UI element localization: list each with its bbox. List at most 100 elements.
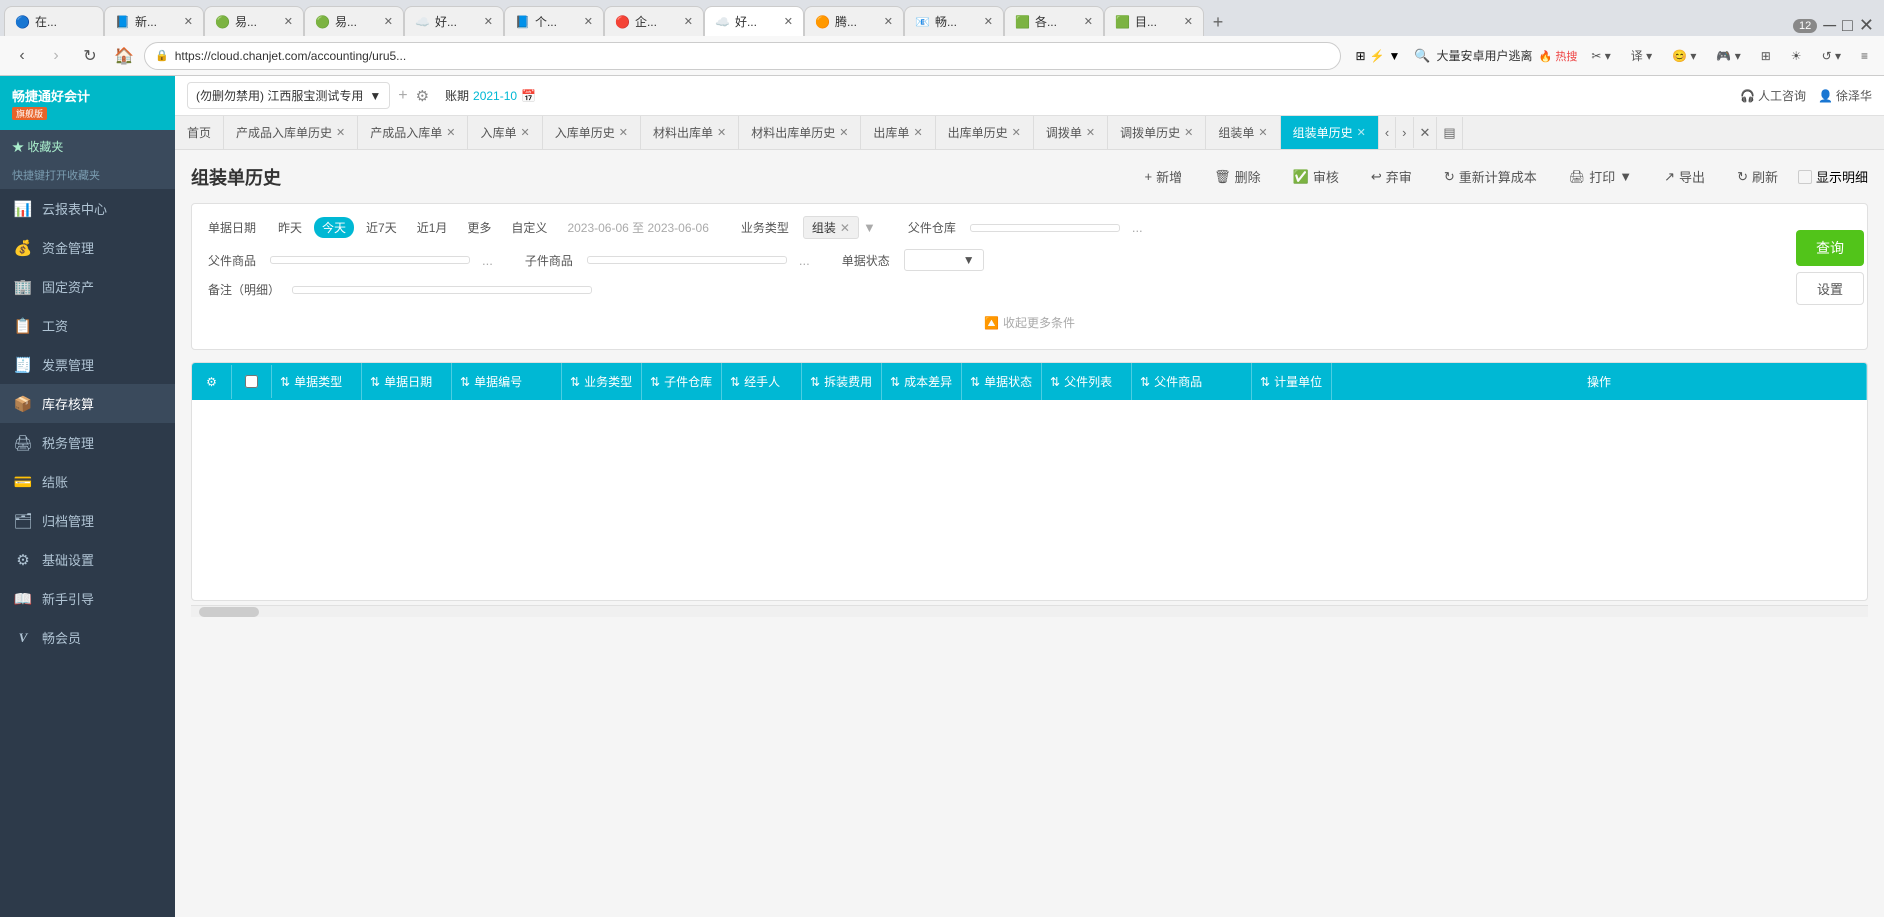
- th-costdiff[interactable]: ⇅ 成本差异: [882, 363, 962, 400]
- close-in-order[interactable]: ✕: [521, 126, 530, 139]
- audit-button[interactable]: ✅ 审核: [1281, 162, 1351, 191]
- th-status[interactable]: ⇅ 单据状态: [962, 363, 1042, 400]
- tab-close-all[interactable]: ✕: [1414, 117, 1438, 149]
- emoji-btn[interactable]: 😊 ▾: [1664, 46, 1704, 66]
- last7days-btn[interactable]: 近7天: [358, 217, 405, 238]
- th-unit[interactable]: ⇅ 计量单位: [1252, 363, 1332, 400]
- th-childwh[interactable]: ⇅ 子件仓库: [642, 363, 722, 400]
- browser-tab-4[interactable]: 🟢 易... ✕: [304, 6, 404, 36]
- page-tab-out-order[interactable]: 出库单 ✕: [861, 116, 935, 149]
- company-selector[interactable]: (勿删勿禁用) 江西服宝测试专用 ▼: [187, 82, 390, 109]
- close-out-history[interactable]: ✕: [1012, 126, 1021, 139]
- abandon-button[interactable]: ↩ 弃审: [1359, 162, 1424, 191]
- biz-type-dropdown[interactable]: ▼: [863, 220, 876, 235]
- dropdown-icon[interactable]: ▼: [1388, 49, 1400, 63]
- browser-tab-8[interactable]: ☁️ 好... ✕: [704, 6, 804, 36]
- th-settings[interactable]: ⚙: [192, 365, 232, 399]
- add-button[interactable]: + 新增: [1133, 162, 1195, 191]
- parent-warehouse-more[interactable]: ...: [1132, 220, 1143, 235]
- page-tab-in-history[interactable]: 入库单历史 ✕: [543, 116, 641, 149]
- sidebar-item-settlement[interactable]: 💳 结账: [0, 462, 175, 501]
- horizontal-scrollbar[interactable]: [191, 605, 1868, 617]
- grid-icon[interactable]: ⊞: [1355, 49, 1365, 63]
- sidebar-item-invoice[interactable]: 🧾 发票管理: [0, 345, 175, 384]
- close-prod-in-history[interactable]: ✕: [336, 126, 345, 139]
- page-tab-out-history[interactable]: 出库单历史 ✕: [936, 116, 1034, 149]
- th-date[interactable]: ⇅ 单据日期: [362, 363, 452, 400]
- minimize-button[interactable]: ─: [1823, 15, 1836, 36]
- close-transfer-history[interactable]: ✕: [1184, 126, 1193, 139]
- browser-tab-5[interactable]: ☁️ 好... ✕: [404, 6, 504, 36]
- close-in-history[interactable]: ✕: [619, 126, 628, 139]
- lightning-icon[interactable]: ⚡: [1370, 49, 1385, 63]
- th-type[interactable]: ⇅ 单据类型: [272, 363, 362, 400]
- browser-tab-9[interactable]: 🟠 腾... ✕: [804, 6, 904, 36]
- page-tab-transfer[interactable]: 调拨单 ✕: [1034, 116, 1108, 149]
- tab-close-4[interactable]: ✕: [384, 15, 393, 28]
- tab-close-12[interactable]: ✕: [1184, 15, 1193, 28]
- yesterday-btn[interactable]: 昨天: [270, 217, 310, 238]
- export-button[interactable]: ↗ 导出: [1652, 162, 1717, 191]
- today-btn[interactable]: 今天: [314, 217, 354, 238]
- game-btn[interactable]: 🎮 ▾: [1708, 46, 1748, 66]
- collapse-bar[interactable]: 🔼 收起更多条件: [208, 308, 1851, 337]
- sidebar-item-archive[interactable]: 🗂 归档管理: [0, 501, 175, 540]
- customer-service-btn[interactable]: 🎧 人工咨询: [1740, 87, 1806, 104]
- sidebar-item-tax[interactable]: 🖨 税务管理: [0, 423, 175, 462]
- browser-tab-2[interactable]: 📘 新... ✕: [104, 6, 204, 36]
- th-biztype[interactable]: ⇅ 业务类型: [562, 363, 642, 400]
- print-button[interactable]: 🖨 打印 ▼: [1557, 162, 1644, 191]
- page-tab-prod-in-history[interactable]: 产成品入库单历史 ✕: [224, 116, 358, 149]
- cut-btn[interactable]: ✂ ▾: [1583, 46, 1618, 66]
- tab-close-10[interactable]: ✕: [984, 15, 993, 28]
- back-button[interactable]: ‹: [8, 42, 36, 70]
- th-dismantlefee[interactable]: ⇅ 拆装费用: [802, 363, 882, 400]
- more-date-btn[interactable]: 更多: [459, 217, 499, 238]
- page-tab-material-out[interactable]: 材料出库单 ✕: [641, 116, 739, 149]
- page-tab-assemble-history[interactable]: 组装单历史 ✕: [1281, 116, 1379, 149]
- tab-close-11[interactable]: ✕: [1084, 15, 1093, 28]
- sidebar-item-inventory[interactable]: 📦 库存核算: [0, 384, 175, 423]
- sidebar-item-member[interactable]: V 畅会员: [0, 618, 175, 657]
- biz-type-tag-close[interactable]: ✕: [840, 221, 850, 235]
- page-tab-prod-in[interactable]: 产成品入库单 ✕: [358, 116, 468, 149]
- browser-tab-3[interactable]: 🟢 易... ✕: [204, 6, 304, 36]
- th-handler[interactable]: ⇅ 经手人: [722, 363, 802, 400]
- page-tab-in-order[interactable]: 入库单 ✕: [468, 116, 542, 149]
- tab-close-2[interactable]: ✕: [184, 15, 193, 28]
- th-parentgoods[interactable]: ⇅ 父件商品: [1132, 363, 1252, 400]
- th-number[interactable]: ⇅ 单据编号: [452, 363, 562, 400]
- custom-date-btn[interactable]: 自定义: [503, 217, 555, 238]
- settings-btn[interactable]: ⚙: [416, 87, 429, 105]
- page-tab-assemble[interactable]: 组装单 ✕: [1206, 116, 1280, 149]
- close-prod-in[interactable]: ✕: [446, 126, 455, 139]
- remark-input[interactable]: [292, 286, 592, 294]
- page-tab-material-out-history[interactable]: 材料出库单历史 ✕: [739, 116, 861, 149]
- sun-btn[interactable]: ☀: [1783, 46, 1810, 66]
- close-material-out-history[interactable]: ✕: [839, 126, 848, 139]
- search-bar[interactable]: 🔍 大量安卓用户逃离 🔥 热搜: [1414, 47, 1577, 64]
- sidebar-item-payroll[interactable]: 📋 工资: [0, 306, 175, 345]
- sidebar-favorites[interactable]: ★ 收藏夹: [0, 130, 175, 163]
- select-all-checkbox[interactable]: [245, 375, 258, 388]
- close-material-out[interactable]: ✕: [717, 126, 726, 139]
- sidebar-item-guide[interactable]: 📖 新手引导: [0, 579, 175, 618]
- browser-tab-10[interactable]: 📧 畅... ✕: [904, 6, 1004, 36]
- tab-close-5[interactable]: ✕: [484, 15, 493, 28]
- th-checkbox[interactable]: [232, 365, 272, 398]
- maximize-button[interactable]: □: [1842, 15, 1853, 36]
- settings-filter-button[interactable]: 设置: [1796, 272, 1864, 305]
- parent-goods-input[interactable]: [270, 256, 470, 264]
- close-out-order[interactable]: ✕: [913, 126, 922, 139]
- refresh-button[interactable]: ↻ 刷新: [1725, 162, 1790, 191]
- home-button[interactable]: 🏠: [110, 42, 138, 70]
- forward-button[interactable]: ›: [42, 42, 70, 70]
- user-avatar[interactable]: 👤 徐泽华: [1818, 87, 1872, 104]
- show-detail-checkbox[interactable]: [1798, 170, 1812, 184]
- tab-menu-btn[interactable]: ▤: [1437, 117, 1462, 149]
- order-status-dropdown[interactable]: ▼: [904, 249, 984, 271]
- browser-tab-12[interactable]: 🟩 目... ✕: [1104, 6, 1204, 36]
- page-tab-transfer-history[interactable]: 调拨单历史 ✕: [1108, 116, 1206, 149]
- page-tab-home[interactable]: 首页: [175, 116, 224, 149]
- parent-warehouse-input[interactable]: [970, 224, 1120, 232]
